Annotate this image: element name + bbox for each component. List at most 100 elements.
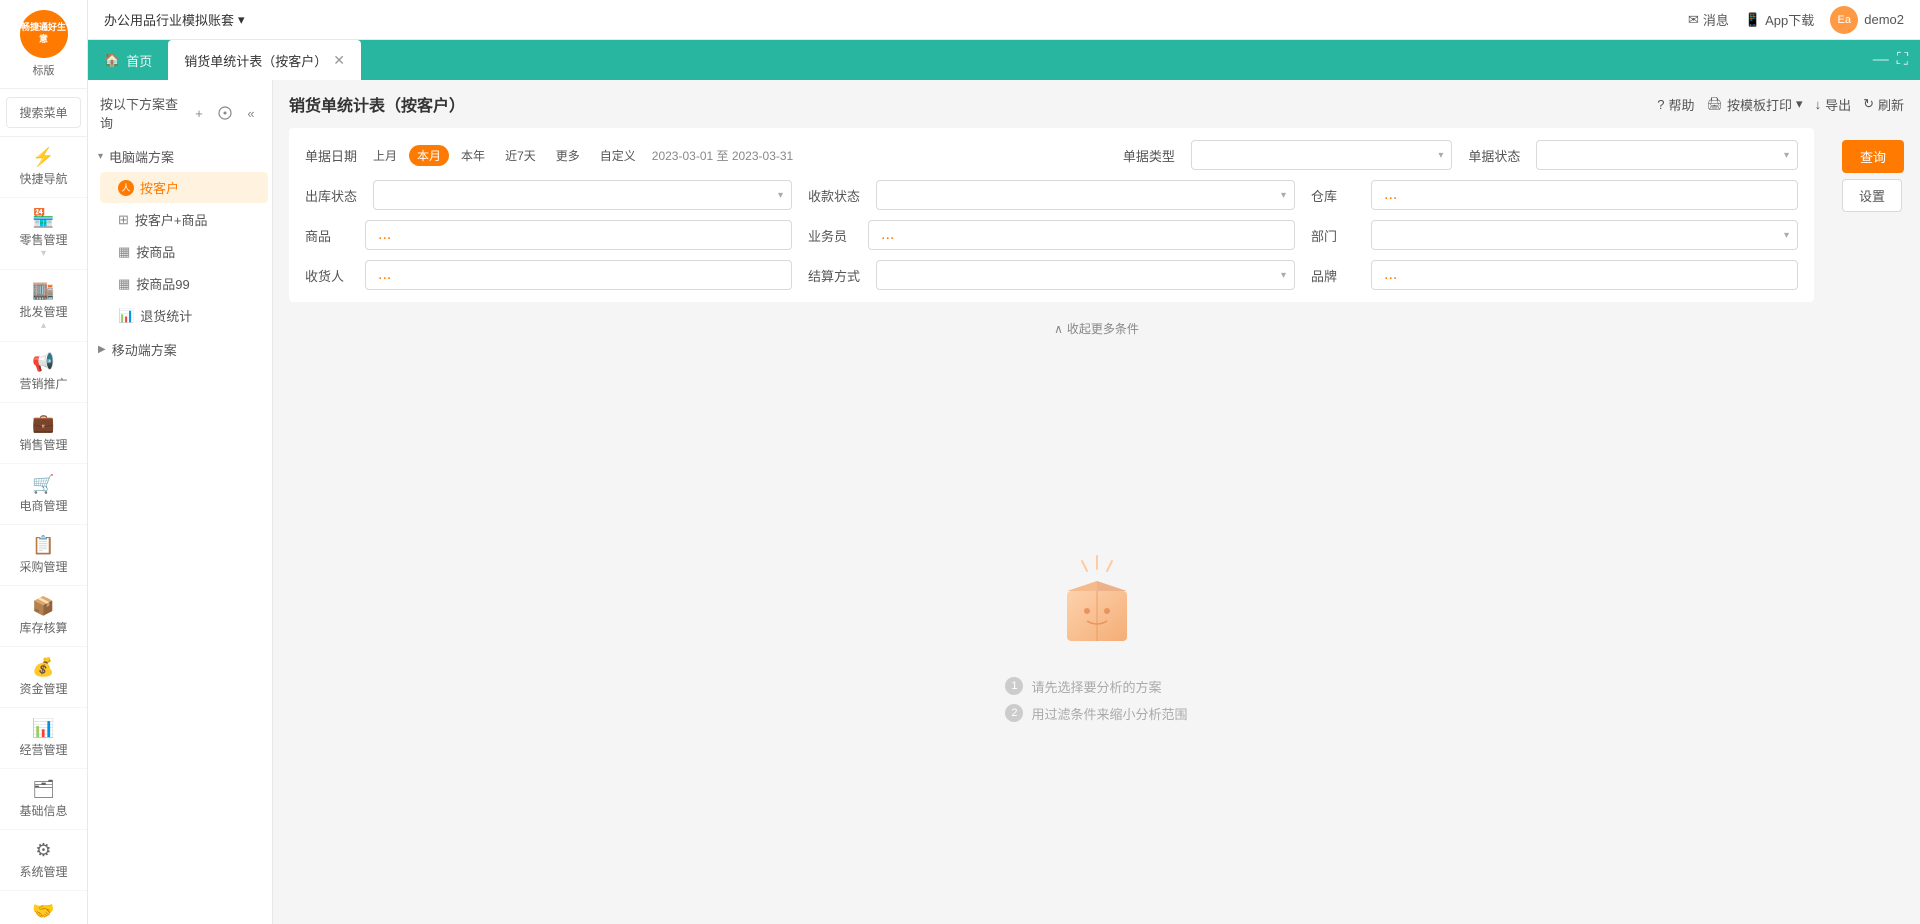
date-tab-this-year[interactable]: 本年 <box>453 145 493 166</box>
date-tab-7days[interactable]: 近7天 <box>497 145 544 166</box>
enterprise-icon: 🤝 <box>32 901 54 922</box>
scheme-item-by-goods99[interactable]: ▦ 按商品99 <box>100 268 268 299</box>
sidebar-item-quick-nav[interactable]: ⚡ 快捷导航 <box>0 137 87 198</box>
settings-button[interactable]: 设置 <box>1842 179 1902 212</box>
empty-tip-1: 1 请先选择要分析的方案 <box>1005 677 1187 696</box>
home-icon: 🏠 <box>104 52 120 68</box>
order-type-arrow: ▾ <box>1438 150 1443 161</box>
sidebar-item-basic[interactable]: 🗂 基础信息 <box>0 769 87 830</box>
content-area: 按以下方案查询 + « ▾ 电脑端方案 <box>88 80 1920 924</box>
goods-input[interactable]: ... <box>365 220 792 250</box>
settlement-label: 结算方式 <box>808 266 868 285</box>
message-button[interactable]: ✉ 消息 <box>1688 10 1729 29</box>
salesperson-input[interactable]: ... <box>868 220 1295 250</box>
goods-icon: ▦ <box>118 244 130 260</box>
basic-icon: 🗂 <box>32 779 55 800</box>
tab-close-button[interactable]: ✕ <box>333 52 345 69</box>
scheme-mobile-header[interactable]: ▶ 移动端方案 <box>88 335 272 364</box>
refresh-button[interactable]: ↻ 刷新 <box>1863 95 1904 114</box>
scheme-item-return-stats[interactable]: 📊 退货统计 <box>100 300 268 331</box>
ecommerce-icon: 🛒 <box>32 474 54 495</box>
marketing-icon: 📢 <box>32 352 54 373</box>
scheme-item-by-goods[interactable]: ▦ 按商品 <box>100 236 268 267</box>
out-status-arrow: ▾ <box>778 190 783 201</box>
tab-bar-controls: — ⛶ <box>1861 51 1920 69</box>
marketing-label: 营销推广 <box>19 375 67 392</box>
receiver-input[interactable]: ... <box>365 260 792 290</box>
ecommerce-label: 电商管理 <box>19 497 67 514</box>
date-tab-this-month[interactable]: 本月 <box>409 145 449 166</box>
user-menu[interactable]: Ea demo2 <box>1830 6 1904 34</box>
industry-selector[interactable]: 办公用品行业模拟账套 ▾ <box>104 10 245 29</box>
empty-tips: 1 请先选择要分析的方案 2 用过滤条件来缩小分析范围 <box>1005 677 1187 723</box>
brand-input[interactable]: ... <box>1371 260 1798 290</box>
scheme-edit-button[interactable] <box>214 102 236 124</box>
sidebar-item-operation[interactable]: 📊 经营管理 <box>0 708 87 769</box>
desktop-section-label: 电脑端方案 <box>109 147 174 166</box>
date-tab-custom[interactable]: 自定义 <box>592 145 644 166</box>
desktop-section-arrow: ▾ <box>98 151 103 162</box>
sidebar-item-ecommerce[interactable]: 🛒 电商管理 <box>0 464 87 525</box>
collapse-bar[interactable]: ∧ 收起更多条件 <box>289 314 1904 343</box>
warehouse-input[interactable]: ... <box>1371 180 1798 210</box>
customer-goods-icon: ⊞ <box>118 212 129 228</box>
department-select[interactable]: ▾ <box>1371 220 1798 250</box>
sidebar-item-retail[interactable]: 🏪 零售管理 ▾ <box>0 198 87 270</box>
sidebar-item-marketing[interactable]: 📢 营销推广 <box>0 342 87 403</box>
sidebar-item-enterprise[interactable]: 🤝 企业协同 <box>0 891 87 924</box>
tab-minimize-button[interactable]: — <box>1873 51 1889 69</box>
app-download-icon: 📱 <box>1745 12 1761 28</box>
sidebar-item-inventory[interactable]: 📦 库存核算 <box>0 586 87 647</box>
refresh-label: 刷新 <box>1878 95 1904 114</box>
tab-maximize-button[interactable]: ⛶ <box>1897 51 1908 69</box>
app-download-button[interactable]: 📱 App下载 <box>1745 10 1814 29</box>
tab-home[interactable]: 🏠 首页 <box>88 40 168 80</box>
scheme-desktop-section: ▾ 电脑端方案 人 按客户 ⊞ 按客户+商品 ▦ <box>88 142 272 331</box>
print-button[interactable]: 🖨 按模板打印 ▾ <box>1707 95 1803 114</box>
order-status-arrow: ▾ <box>1784 150 1789 161</box>
help-button[interactable]: ? 帮助 <box>1657 95 1694 114</box>
query-button[interactable]: 查询 <box>1842 140 1904 173</box>
scheme-item-by-customer-goods[interactable]: ⊞ 按客户+商品 <box>100 204 268 235</box>
date-range: 2023-03-01 至 2023-03-31 <box>652 147 793 164</box>
top-header: 办公用品行业模拟账套 ▾ ✉ 消息 📱 App下载 Ea demo2 <box>88 0 1920 40</box>
order-type-select[interactable]: ▾ <box>1191 140 1453 170</box>
print-icon: 🖨 <box>1707 96 1724 112</box>
empty-state: 1 请先选择要分析的方案 2 用过滤条件来缩小分析范围 <box>289 351 1904 912</box>
sidebar-logo: 畅捷通好生意 标版 <box>0 0 87 89</box>
quick-nav-label: 快捷导航 <box>19 170 67 187</box>
sidebar-item-system[interactable]: ⚙ 系统管理 <box>0 830 87 891</box>
order-status-select[interactable]: ▾ <box>1536 140 1798 170</box>
tab-sales-stats[interactable]: 销货单统计表（按客户） ✕ <box>168 40 361 80</box>
settlement-select[interactable]: ▾ <box>876 260 1295 290</box>
scheme-add-button[interactable]: + <box>188 102 210 124</box>
scheme-panel: 按以下方案查询 + « ▾ 电脑端方案 <box>88 80 273 924</box>
date-tabs: 上月 本月 本年 近7天 更多 自定义 <box>365 145 644 166</box>
sidebar-item-finance[interactable]: 💰 资金管理 <box>0 647 87 708</box>
date-tab-more[interactable]: 更多 <box>548 145 588 166</box>
sales-icon: 💼 <box>32 413 54 434</box>
print-label: 按模板打印 <box>1727 95 1792 114</box>
sidebar-item-wholesale[interactable]: 🏬 批发管理 ▴ <box>0 270 87 342</box>
retail-label: 零售管理 <box>19 231 67 248</box>
sidebar-item-purchase[interactable]: 📋 采购管理 <box>0 525 87 586</box>
payment-status-group: 收款状态 ▾ <box>808 180 1295 210</box>
scheme-items-list: 人 按客户 ⊞ 按客户+商品 ▦ 按商品 ▦ 按 <box>88 172 272 331</box>
sidebar-item-sales[interactable]: 💼 销售管理 <box>0 403 87 464</box>
search-menu-button[interactable]: 搜索菜单 <box>6 97 81 128</box>
system-label: 系统管理 <box>19 863 67 880</box>
scheme-actions: + « <box>188 102 262 124</box>
scheme-title: 按以下方案查询 <box>100 94 188 132</box>
scheme-desktop-header[interactable]: ▾ 电脑端方案 <box>88 142 272 171</box>
date-tab-last-month[interactable]: 上月 <box>365 145 405 166</box>
finance-icon: 💰 <box>32 657 54 678</box>
scheme-item-by-customer[interactable]: 人 按客户 <box>100 172 268 203</box>
export-button[interactable]: ↓ 导出 <box>1815 95 1852 114</box>
out-status-select[interactable]: ▾ <box>373 180 792 210</box>
payment-status-select[interactable]: ▾ <box>876 180 1295 210</box>
brand-ellipsis: ... <box>1384 266 1397 284</box>
scheme-item-label-4: 退货统计 <box>140 306 192 325</box>
scheme-header: 按以下方案查询 + « <box>88 88 272 138</box>
wholesale-arrow: ▴ <box>41 320 46 331</box>
scheme-collapse-button[interactable]: « <box>240 102 262 124</box>
